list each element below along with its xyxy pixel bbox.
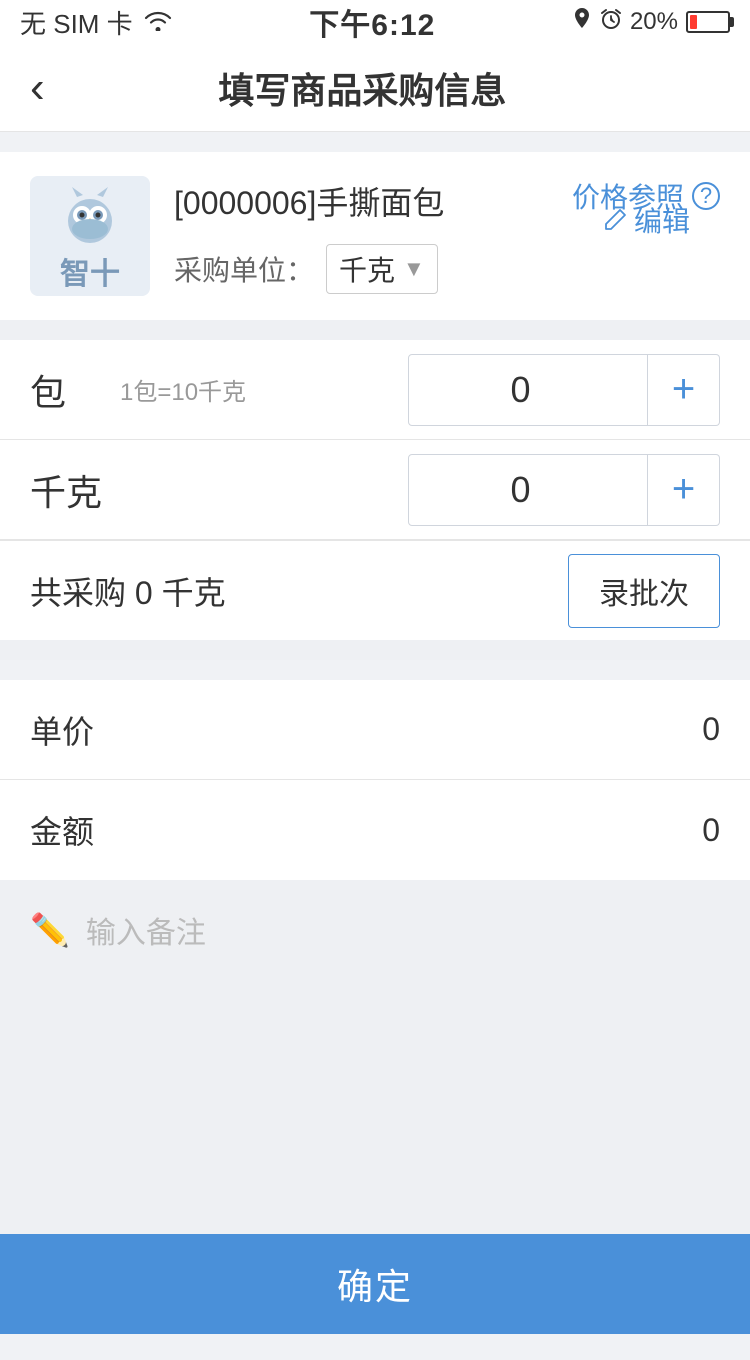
total-label: 共采购 0 千克: [30, 568, 568, 614]
logo-text: 智十: [60, 249, 120, 293]
wifi-icon: [143, 7, 173, 38]
quantity-label-kg: 千克: [30, 464, 110, 516]
status-left: 无 SIM 卡: [20, 4, 173, 41]
total-row: 共采购 0 千克 录批次: [0, 540, 750, 640]
page-title: 填写商品采购信息: [65, 62, 660, 114]
battery-icon: [686, 11, 730, 33]
amount-label: 金额: [30, 807, 702, 853]
quantity-input-bao[interactable]: [408, 354, 648, 426]
quantity-input-wrap-bao: +: [246, 354, 720, 426]
confirm-label: 确定: [337, 1258, 413, 1310]
price-ref-help-icon: ?: [692, 182, 720, 210]
location-icon: [572, 8, 592, 37]
section-divider-1: [0, 320, 750, 340]
quantity-plus-kg[interactable]: +: [648, 454, 720, 526]
unit-select[interactable]: 千克 ▼: [326, 244, 438, 294]
quantity-row-bao: 包 1包=10千克 +: [0, 340, 750, 440]
product-image: 智十: [30, 176, 150, 296]
edit-icon: [602, 207, 628, 233]
notes-icon: ✏️: [30, 911, 70, 949]
quantity-plus-bao[interactable]: +: [648, 354, 720, 426]
content-area: [0, 980, 750, 1260]
quantity-sublabel-bao: 1包=10千克: [120, 372, 246, 407]
price-section: 单价 0 金额 0: [0, 680, 750, 880]
unit-value: 千克: [339, 249, 395, 289]
nav-bar: ‹ 填写商品采购信息: [0, 44, 750, 132]
back-button[interactable]: ‹: [30, 66, 65, 110]
alarm-icon: [600, 8, 622, 37]
status-right: 20%: [572, 8, 730, 37]
unit-label: 采购单位：: [174, 249, 314, 289]
price-row-amount: 金额 0: [0, 780, 750, 880]
unit-arrow-icon: ▼: [403, 256, 425, 282]
batch-button[interactable]: 录批次: [568, 554, 720, 628]
status-bar: 无 SIM 卡 下午6:12 20%: [0, 0, 750, 44]
quantity-label-bao: 包: [30, 364, 110, 416]
battery-percent: 20%: [630, 8, 678, 36]
status-time: 下午6:12: [309, 0, 435, 44]
amount-value: 0: [702, 812, 720, 849]
quantity-input-wrap-kg: +: [110, 454, 720, 526]
product-unit-row: 采购单位： 千克 ▼: [174, 244, 720, 294]
quantity-section: 包 1包=10千克 + 千克 +: [0, 340, 750, 540]
product-card: 智十 [0000006]手撕面包 采购单位： 千克 ▼ 编辑 价格参照 ?: [0, 152, 750, 320]
unit-price-label: 单价: [30, 707, 702, 753]
edit-label: 编辑: [634, 200, 690, 240]
confirm-button[interactable]: 确定: [0, 1234, 750, 1334]
notes-section[interactable]: ✏️ 输入备注: [0, 880, 750, 980]
quantity-input-kg[interactable]: [408, 454, 648, 526]
section-divider-2: [0, 640, 750, 660]
quantity-row-kg: 千克 +: [0, 440, 750, 540]
price-row-unit: 单价 0: [0, 680, 750, 780]
unit-price-value: 0: [702, 711, 720, 748]
product-logo-icon: [55, 179, 125, 249]
edit-button[interactable]: 编辑: [602, 200, 690, 240]
notes-placeholder: 输入备注: [86, 908, 206, 952]
no-sim-text: 无 SIM 卡: [20, 4, 133, 41]
